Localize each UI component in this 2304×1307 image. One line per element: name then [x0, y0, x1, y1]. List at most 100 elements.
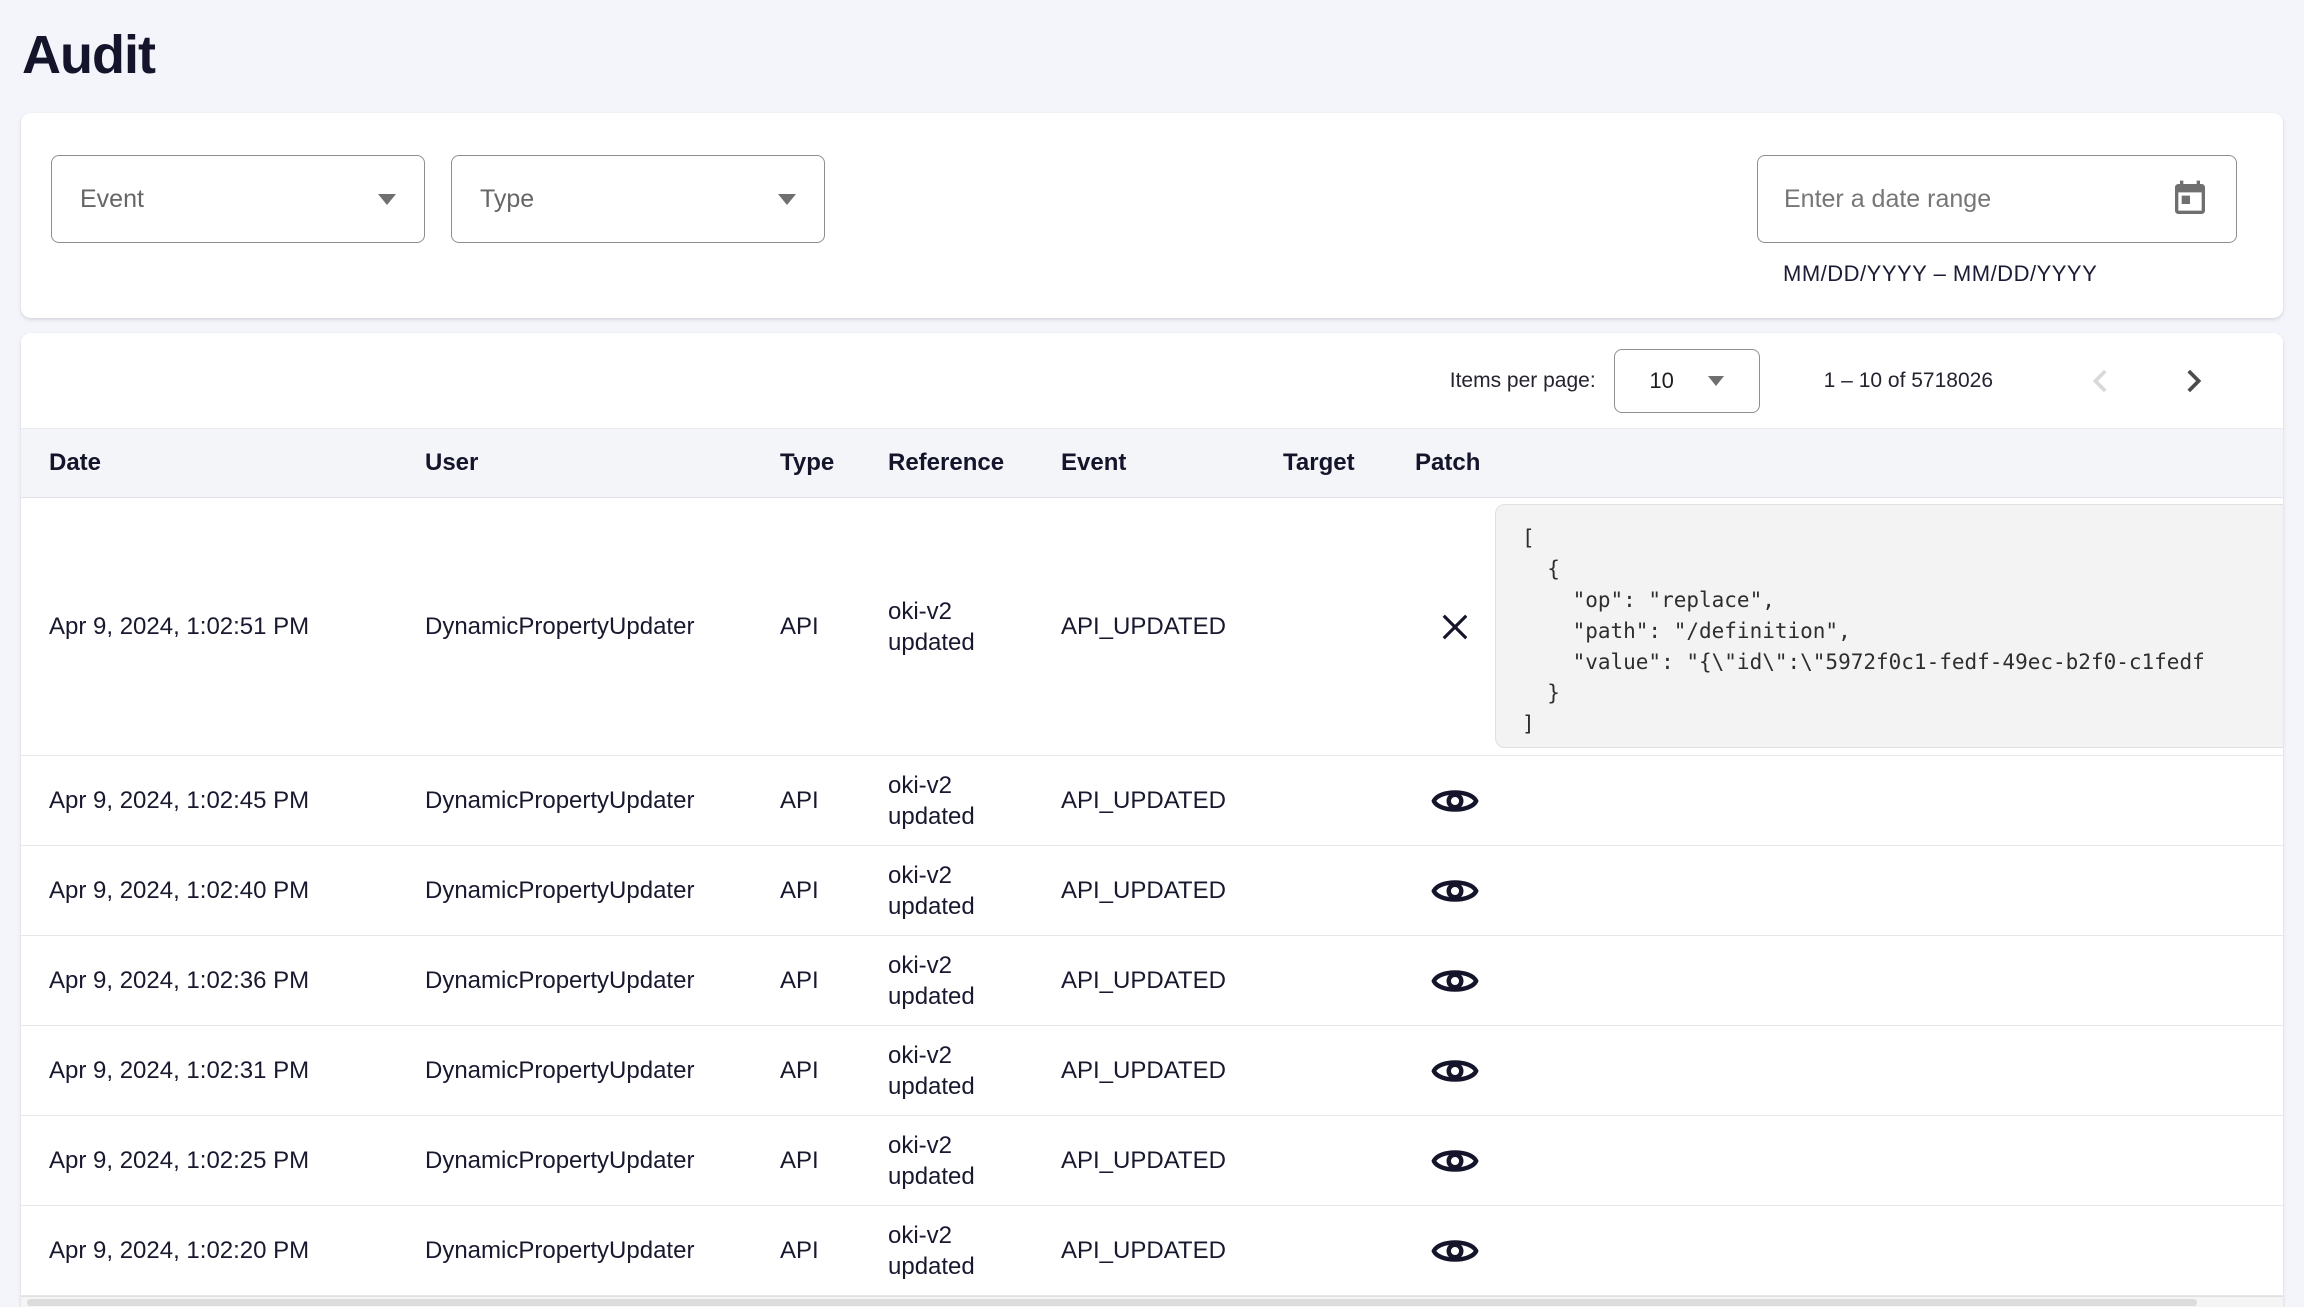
page-title: Audit: [22, 24, 155, 86]
cell-user: DynamicPropertyUpdater: [425, 611, 780, 642]
date-range-input[interactable]: Enter a date range: [1757, 155, 2237, 243]
cell-type: API: [780, 1055, 888, 1086]
eye-icon: [1431, 1052, 1479, 1090]
hide-patch-button[interactable]: [1429, 601, 1481, 653]
page-size-value: 10: [1649, 368, 1673, 394]
event-filter-label: Event: [80, 185, 144, 214]
horizontal-scrollbar[interactable]: [21, 1296, 2283, 1307]
chevron-down-icon: [778, 194, 796, 205]
cell-user: DynamicPropertyUpdater: [425, 875, 780, 906]
filter-card: Event Type Enter a date range MM/DD/YYYY…: [21, 113, 2283, 318]
cell-user: DynamicPropertyUpdater: [425, 1235, 780, 1266]
patch-json: [ { "op": "replace", "path": "/definitio…: [1522, 523, 2283, 740]
view-patch-button[interactable]: [1429, 775, 1481, 827]
cell-patch-preview: [1495, 1206, 2283, 1295]
event-filter-select[interactable]: Event: [51, 155, 425, 243]
audit-table-card: Items per page: 10 1 – 10 of 5718026 Dat…: [21, 333, 2283, 1307]
cell-date: Apr 9, 2024, 1:02:25 PM: [49, 1145, 425, 1176]
cell-user: DynamicPropertyUpdater: [425, 1055, 780, 1086]
cell-patch: [1415, 1135, 1495, 1187]
view-patch-button[interactable]: [1429, 1045, 1481, 1097]
cell-event: API_UPDATED: [1061, 785, 1283, 816]
column-header-date: Date: [49, 449, 425, 477]
cell-date: Apr 9, 2024, 1:02:51 PM: [49, 611, 425, 642]
table-row: Apr 9, 2024, 1:02:51 PMDynamicPropertyUp…: [21, 498, 2283, 756]
eye-icon: [1431, 962, 1479, 1000]
cell-date: Apr 9, 2024, 1:02:20 PM: [49, 1235, 425, 1266]
cell-patch-preview: [ { "op": "replace", "path": "/definitio…: [1495, 498, 2283, 755]
column-header-reference: Reference: [888, 449, 1061, 477]
cell-event: API_UPDATED: [1061, 1055, 1283, 1086]
cell-reference: oki-v2 updated: [888, 770, 1061, 832]
eye-icon: [1431, 872, 1479, 910]
cell-event: API_UPDATED: [1061, 1235, 1283, 1266]
cell-reference: oki-v2 updated: [888, 596, 1061, 658]
patch-json-box: [ { "op": "replace", "path": "/definitio…: [1495, 504, 2283, 748]
cell-reference: oki-v2 updated: [888, 1040, 1061, 1102]
cell-type: API: [780, 875, 888, 906]
cell-reference: oki-v2 updated: [888, 1220, 1061, 1282]
paginator: Items per page: 10 1 – 10 of 5718026: [21, 333, 2283, 428]
chevron-down-icon: [378, 194, 396, 205]
eye-icon: [1431, 1142, 1479, 1180]
cell-patch: [1415, 775, 1495, 827]
column-header-user: User: [425, 449, 780, 477]
view-patch-button[interactable]: [1429, 1225, 1481, 1277]
cell-date: Apr 9, 2024, 1:02:40 PM: [49, 875, 425, 906]
items-per-page-label: Items per page:: [1450, 369, 1596, 393]
cell-event: API_UPDATED: [1061, 965, 1283, 996]
cell-patch-preview: [1495, 1116, 2283, 1205]
type-filter-label: Type: [480, 185, 534, 214]
chevron-left-icon: [2084, 364, 2118, 398]
cell-user: DynamicPropertyUpdater: [425, 785, 780, 816]
cell-user: DynamicPropertyUpdater: [425, 965, 780, 996]
cell-reference: oki-v2 updated: [888, 950, 1061, 1012]
table-row: Apr 9, 2024, 1:02:36 PMDynamicPropertyUp…: [21, 936, 2283, 1026]
table-row: Apr 9, 2024, 1:02:40 PMDynamicPropertyUp…: [21, 846, 2283, 936]
cell-patch: [1415, 601, 1495, 653]
cell-patch-preview: [1495, 756, 2283, 845]
cell-reference: oki-v2 updated: [888, 1130, 1061, 1192]
chevron-right-icon: [2176, 364, 2210, 398]
cell-type: API: [780, 611, 888, 642]
table-header: DateUserTypeReferenceEventTargetPatch: [21, 428, 2283, 498]
calendar-icon: [2170, 179, 2210, 219]
previous-page-button[interactable]: [2077, 357, 2125, 405]
cell-patch: [1415, 865, 1495, 917]
view-patch-button[interactable]: [1429, 1135, 1481, 1187]
cell-patch: [1415, 955, 1495, 1007]
cell-user: DynamicPropertyUpdater: [425, 1145, 780, 1176]
table-row: Apr 9, 2024, 1:02:31 PMDynamicPropertyUp…: [21, 1026, 2283, 1116]
cell-type: API: [780, 965, 888, 996]
next-page-button[interactable]: [2169, 357, 2217, 405]
cell-date: Apr 9, 2024, 1:02:45 PM: [49, 785, 425, 816]
column-header-patch: Patch: [1415, 449, 1495, 477]
column-header-event: Event: [1061, 449, 1283, 477]
view-patch-button[interactable]: [1429, 955, 1481, 1007]
cell-type: API: [780, 785, 888, 816]
type-filter-select[interactable]: Type: [451, 155, 825, 243]
cell-patch-preview: [1495, 846, 2283, 935]
chevron-down-icon: [1708, 376, 1724, 386]
column-header-target: Target: [1283, 449, 1415, 477]
datepicker-toggle-button[interactable]: [2168, 177, 2212, 221]
close-icon: [1437, 609, 1473, 645]
cell-patch-preview: [1495, 1026, 2283, 1115]
date-range-placeholder: Enter a date range: [1784, 185, 1991, 214]
eye-icon: [1431, 782, 1479, 820]
date-format-hint: MM/DD/YYYY – MM/DD/YYYY: [1783, 261, 2097, 287]
cell-patch: [1415, 1045, 1495, 1097]
cell-date: Apr 9, 2024, 1:02:31 PM: [49, 1055, 425, 1086]
scrollbar-thumb[interactable]: [27, 1299, 2197, 1306]
cell-event: API_UPDATED: [1061, 875, 1283, 906]
cell-patch-preview: [1495, 936, 2283, 1025]
table-row: Apr 9, 2024, 1:02:20 PMDynamicPropertyUp…: [21, 1206, 2283, 1296]
view-patch-button[interactable]: [1429, 865, 1481, 917]
cell-patch: [1415, 1225, 1495, 1277]
page-size-select[interactable]: 10: [1614, 349, 1760, 413]
table-row: Apr 9, 2024, 1:02:25 PMDynamicPropertyUp…: [21, 1116, 2283, 1206]
cell-date: Apr 9, 2024, 1:02:36 PM: [49, 965, 425, 996]
eye-icon: [1431, 1232, 1479, 1270]
cell-reference: oki-v2 updated: [888, 860, 1061, 922]
cell-event: API_UPDATED: [1061, 611, 1283, 642]
